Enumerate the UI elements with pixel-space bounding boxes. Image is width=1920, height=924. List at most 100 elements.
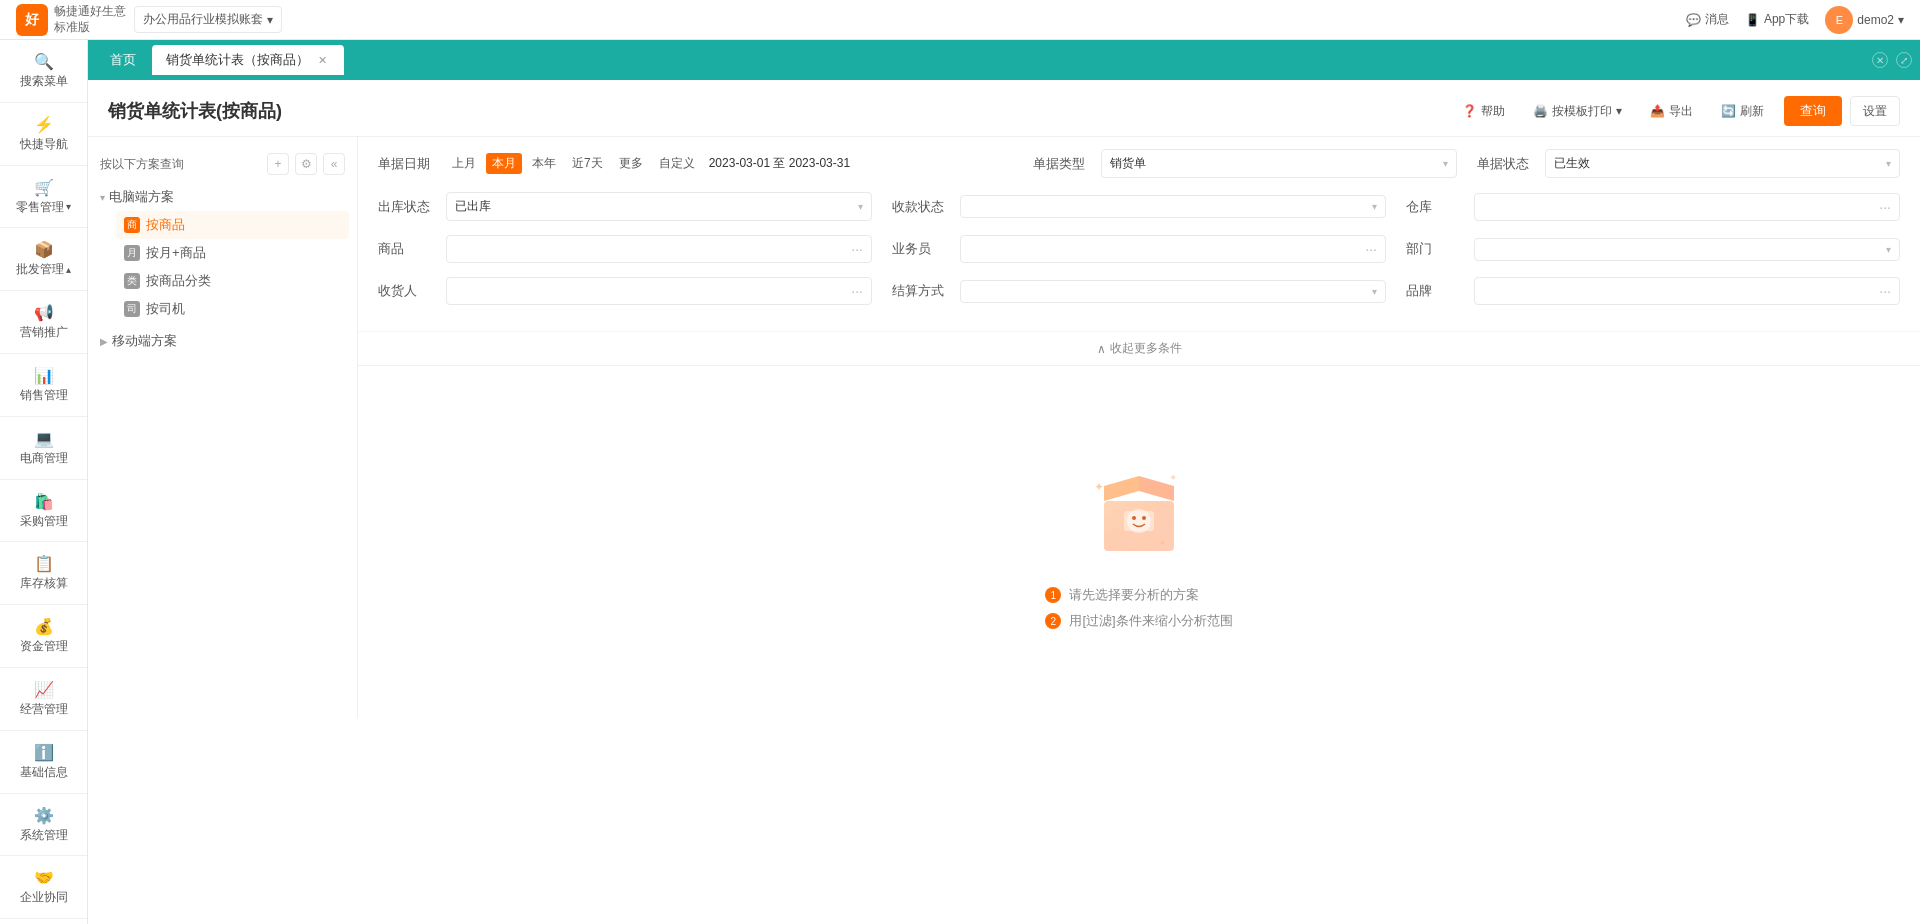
filter-main: 单据日期 上月 本月 本年 近7天 更多 自定义 2023-03-01 至 20…: [358, 137, 1920, 331]
sidebar-item-inventory[interactable]: 📋 库存核算: [0, 542, 87, 605]
settings-button[interactable]: 设置: [1850, 96, 1900, 126]
payment-control[interactable]: ▾: [960, 280, 1386, 303]
tab-home[interactable]: 首页: [96, 45, 150, 75]
tab-close-icon[interactable]: ✕: [315, 53, 330, 68]
salesperson-control[interactable]: ···: [960, 235, 1386, 263]
query-button[interactable]: 查询: [1784, 96, 1842, 126]
date-shortcut-more[interactable]: 更多: [613, 153, 649, 174]
sidebar-item-quicknav[interactable]: ⚡ 快捷导航: [0, 103, 87, 166]
receipt-status-dropdown-icon: ▾: [1372, 201, 1377, 212]
category-scheme-icon: 类: [124, 273, 140, 289]
collapse-scheme-button[interactable]: «: [323, 153, 345, 175]
empty-hint-2: 2 用[过滤]条件来缩小分析范围: [1045, 612, 1232, 630]
sidebar-item-marketing[interactable]: 📢 营销推广: [0, 291, 87, 354]
search-icon: 🔍: [34, 52, 54, 71]
date-shortcut-this-month[interactable]: 本月: [486, 153, 522, 174]
avatar: E: [1825, 6, 1853, 34]
empty-hints: 1 请先选择要分析的方案 2 用[过滤]条件来缩小分析范围: [1045, 586, 1232, 638]
doc-type-control[interactable]: 销货单 ▾: [1101, 149, 1456, 178]
retail-expand-icon: ▾: [66, 201, 71, 212]
add-scheme-button[interactable]: +: [267, 153, 289, 175]
mobile-expand-icon: ▶: [100, 336, 108, 347]
page-title: 销货单统计表(按商品): [108, 99, 282, 123]
sidebar-item-sales[interactable]: 📊 销售管理: [0, 354, 87, 417]
out-status-dropdown-icon: ▾: [858, 201, 863, 212]
filter-row-2: 出库状态 已出库 ▾ 收款状态: [378, 192, 1900, 221]
window-expand-button[interactable]: ⤢: [1896, 52, 1912, 68]
empty-illustration: ✦ ✦ ✦: [1079, 446, 1199, 566]
salesperson-dots-icon: ···: [1365, 241, 1377, 257]
date-shortcut-7days[interactable]: 近7天: [566, 153, 609, 174]
sidebar-item-enterprise[interactable]: 🤝 企业协同: [0, 856, 87, 919]
workspace-selector[interactable]: 办公用品行业模拟账套 ▾: [134, 6, 282, 33]
message-button[interactable]: 💬 消息: [1686, 11, 1729, 28]
tree-section-mobile: ▶ 移动端方案: [96, 327, 349, 355]
sidebar-item-basic[interactable]: ℹ️ 基础信息: [0, 731, 87, 794]
sidebar-item-newbie[interactable]: 🎯 新手引导: [0, 919, 87, 924]
filter-item-receipt-status: 收款状态 ▾: [892, 195, 1386, 218]
user-menu[interactable]: E demo2 ▾: [1825, 6, 1904, 34]
receipt-status-control[interactable]: ▾: [960, 195, 1386, 218]
consignee-control[interactable]: ···: [446, 277, 872, 305]
tree-item-by-customer[interactable]: 司 按司机: [116, 295, 349, 323]
sidebar-item-wholesale[interactable]: 📦 批发管理 ▴: [0, 228, 87, 291]
date-shortcut-custom[interactable]: 自定义: [653, 153, 701, 174]
help-button[interactable]: ❓ 帮助: [1454, 99, 1513, 124]
sidebar-item-retail[interactable]: 🛒 零售管理 ▾: [0, 166, 87, 229]
svg-text:✦: ✦: [1094, 480, 1104, 494]
app-download-button[interactable]: 📱 App下载: [1745, 11, 1809, 28]
sidebar-item-purchase[interactable]: 🛍️ 采购管理: [0, 480, 87, 543]
filter-item-brand: 品牌 ···: [1406, 277, 1900, 305]
tree-item-by-category[interactable]: 类 按商品分类: [116, 267, 349, 295]
filter-row-4: 收货人 ··· 结算方式: [378, 277, 1900, 305]
warehouse-control[interactable]: ···: [1474, 193, 1900, 221]
content-area: 首页 销货单统计表（按商品） ✕ ✕ ⤢ 销货单统计表(按商品): [88, 40, 1920, 924]
date-shortcut-this-year[interactable]: 本年: [526, 153, 562, 174]
logo-text: 畅捷通好生意 标准版: [54, 4, 126, 35]
doc-status-control[interactable]: 已生效 ▾: [1545, 149, 1900, 178]
sidebar-item-ecommerce[interactable]: 💻 电商管理: [0, 417, 87, 480]
refresh-button[interactable]: 🔄 刷新: [1713, 99, 1772, 124]
marketing-icon: 📢: [34, 303, 54, 322]
doc-type-dropdown-icon: ▾: [1443, 158, 1448, 169]
brand-control[interactable]: ···: [1474, 277, 1900, 305]
filter-item-doc-type: 单据类型 销货单 ▾: [1033, 149, 1456, 178]
brand-dots-icon: ···: [1879, 283, 1891, 299]
sidebar-item-operations[interactable]: 📈 经营管理: [0, 668, 87, 731]
tab-sales-stat[interactable]: 销货单统计表（按商品） ✕: [152, 45, 344, 75]
logo-area: 好 畅捷通好生意 标准版: [16, 4, 126, 36]
date-shortcuts: 上月 本月 本年 近7天 更多 自定义 2023-03-01 至 2023-03…: [446, 153, 850, 174]
top-bar-right: 💬 消息 📱 App下载 E demo2 ▾: [1686, 6, 1904, 34]
collapse-bar[interactable]: ∧ 收起更多条件: [358, 331, 1920, 365]
operations-icon: 📈: [34, 680, 54, 699]
quicknav-icon: ⚡: [34, 115, 54, 134]
print-dropdown-icon: ▾: [1616, 104, 1622, 118]
filter-item-product: 商品 ···: [378, 235, 872, 263]
retail-icon: 🛒: [34, 178, 54, 197]
tree-section-desktop-header[interactable]: ▾ 电脑端方案: [96, 183, 349, 211]
tree-item-by-month-product[interactable]: 月 按月+商品: [116, 239, 349, 267]
tree-item-by-product[interactable]: 商 按商品: [116, 211, 349, 239]
page-actions: ❓ 帮助 🖨️ 按模板打印 ▾ 📤 导出 �: [1454, 96, 1900, 126]
action-buttons-group: 查询 设置: [1784, 96, 1900, 126]
export-button[interactable]: 📤 导出: [1642, 99, 1701, 124]
sidebar-item-search[interactable]: 🔍 搜索菜单: [0, 40, 87, 103]
sidebar: 🔍 搜索菜单 ⚡ 快捷导航 🛒 零售管理 ▾ 📦 批发管理 ▴: [0, 40, 88, 924]
svg-marker-1: [1104, 476, 1139, 501]
window-close-button[interactable]: ✕: [1872, 52, 1888, 68]
filter-main-wrapper: 单据日期 上月 本月 本年 近7天 更多 自定义 2023-03-01 至 20…: [358, 137, 1920, 718]
filter-item-out-status: 出库状态 已出库 ▾: [378, 192, 872, 221]
tree-section-mobile-header[interactable]: ▶ 移动端方案: [96, 327, 349, 355]
sidebar-item-finance[interactable]: 💰 资金管理: [0, 605, 87, 668]
date-shortcut-last-month[interactable]: 上月: [446, 153, 482, 174]
product-control[interactable]: ···: [446, 235, 872, 263]
sidebar-item-system[interactable]: ⚙️ 系统管理: [0, 794, 87, 857]
filter-item-consignee: 收货人 ···: [378, 277, 872, 305]
tab-bar: 首页 销货单统计表（按商品） ✕ ✕ ⤢: [88, 40, 1920, 80]
user-chevron-icon: ▾: [1898, 13, 1904, 27]
month-product-scheme-icon: 月: [124, 245, 140, 261]
print-button[interactable]: 🖨️ 按模板打印 ▾: [1525, 99, 1630, 124]
settings-scheme-button[interactable]: ⚙: [295, 153, 317, 175]
out-status-control[interactable]: 已出库 ▾: [446, 192, 872, 221]
dept-control[interactable]: ▾: [1474, 238, 1900, 261]
